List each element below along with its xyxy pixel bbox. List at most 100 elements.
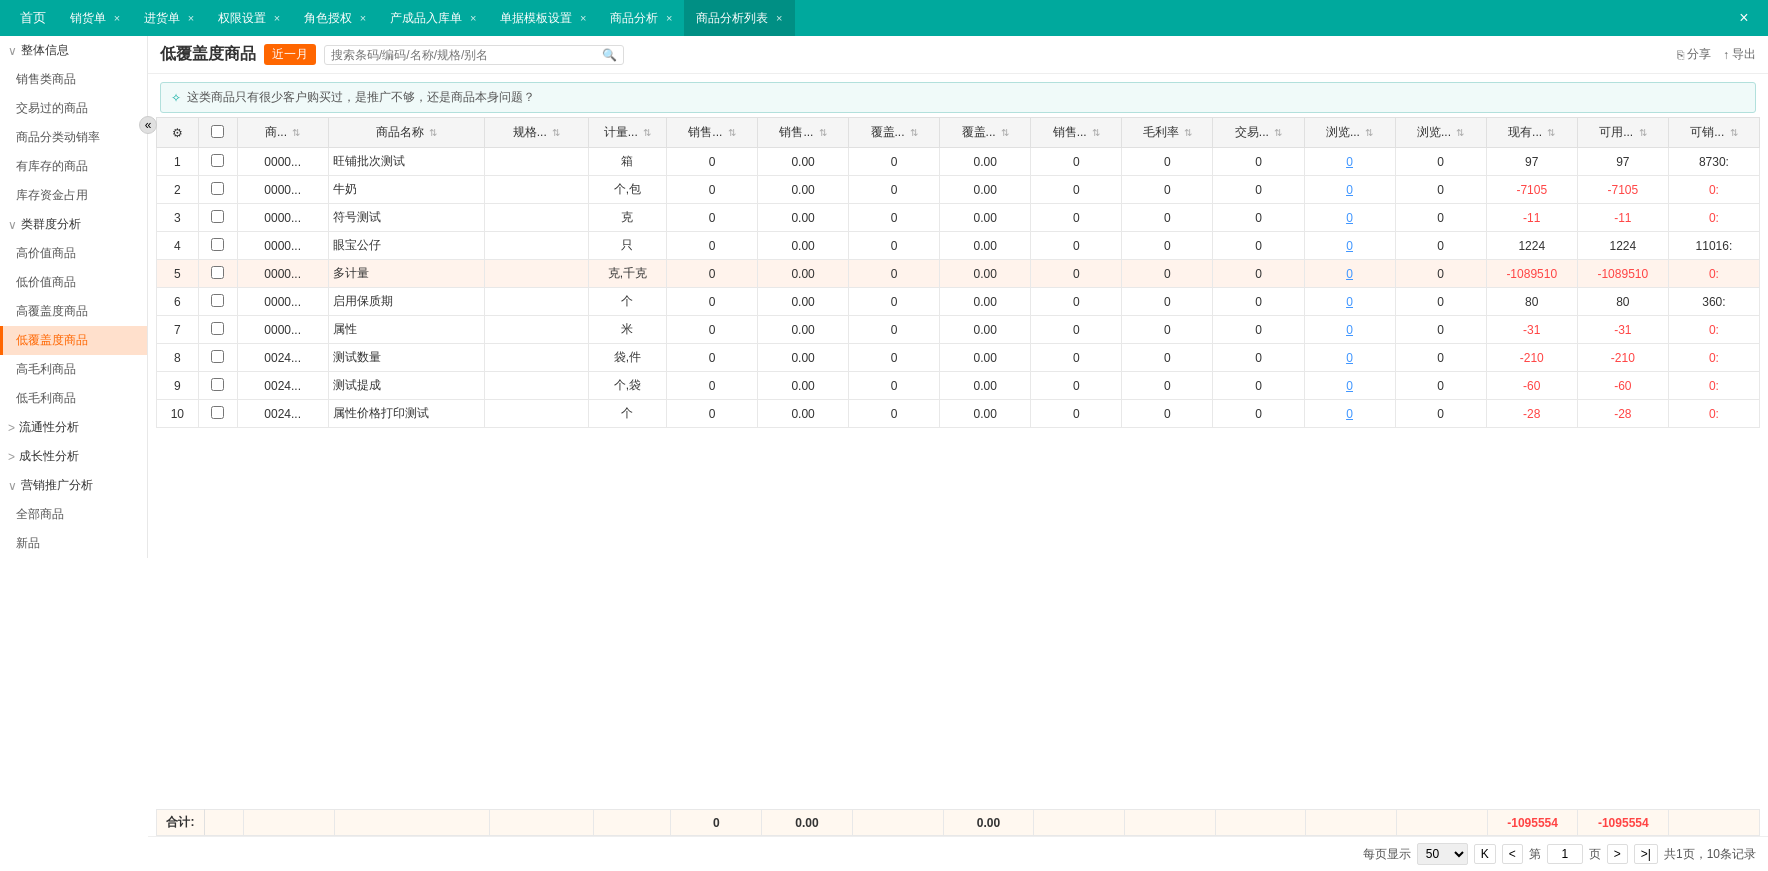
sidebar-item-sales-goods[interactable]: 销售类商品 (0, 65, 147, 94)
th-checkbox[interactable] (198, 118, 237, 148)
sidebar-section-overall[interactable]: ∨ 整体信息 (0, 36, 147, 65)
sidebar-item-high-value[interactable]: 高价值商品 (0, 239, 147, 268)
row-browse1[interactable]: 0 (1304, 372, 1395, 400)
sidebar-item-new-goods[interactable]: 新品 (0, 529, 147, 558)
table-row: 20000...牛奶个,包00.0000.0000000-7105-71050: (157, 176, 1760, 204)
th-cover1[interactable]: 覆盖... ⇅ (849, 118, 940, 148)
sidebar-item-category-rate[interactable]: 商品分类动销率 (0, 123, 147, 152)
th-gross[interactable]: 毛利率 ⇅ (1122, 118, 1213, 148)
sidebar-section-marketing[interactable]: ∨ 营销推广分析 (0, 471, 147, 500)
next-page-button[interactable]: > (1607, 844, 1628, 864)
nav-item-home[interactable]: 首页 (8, 0, 58, 36)
sidebar-section-circulation[interactable]: > 流通性分析 (0, 413, 147, 442)
sidebar-section-group[interactable]: ∨ 类群度分析 (0, 210, 147, 239)
prev-page-button[interactable]: < (1502, 844, 1523, 864)
nav-item-sales[interactable]: 销货单 × (58, 0, 132, 36)
th-trade[interactable]: 交易... ⇅ (1213, 118, 1304, 148)
nav-item-analysis-list[interactable]: 商品分析列表 × (684, 0, 794, 36)
nav-item-products[interactable]: 产成品入库单 × (378, 0, 488, 36)
row-sales3: 0 (1031, 288, 1122, 316)
th-browse2[interactable]: 浏览... ⇅ (1395, 118, 1486, 148)
sidebar-item-high-gross[interactable]: 高毛利商品 (0, 355, 147, 384)
th-spec[interactable]: 规格... ⇅ (484, 118, 588, 148)
close-icon[interactable]: × (776, 12, 782, 24)
row-browse1[interactable]: 0 (1304, 288, 1395, 316)
sidebar-item-stock-fund[interactable]: 库存资金占用 (0, 181, 147, 210)
row-checkbox[interactable] (198, 260, 237, 288)
sidebar-item-high-cover[interactable]: 高覆盖度商品 (0, 297, 147, 326)
nav-item-purchase[interactable]: 进货单 × (132, 0, 206, 36)
share-button[interactable]: ⎘ 分享 (1677, 46, 1711, 63)
th-stock1[interactable]: 现有... ⇅ (1486, 118, 1577, 148)
export-button[interactable]: ↑ 导出 (1723, 46, 1756, 63)
th-settings[interactable]: ⚙ (157, 118, 199, 148)
period-button[interactable]: 近一月 (264, 44, 316, 65)
close-icon[interactable]: × (580, 12, 586, 24)
row-browse1[interactable]: 0 (1304, 316, 1395, 344)
nav-item-template[interactable]: 单据模板设置 × (488, 0, 598, 36)
close-icon[interactable]: × (114, 12, 120, 24)
table-row: 40000...眼宝公仔只00.0000.0000000122412241101… (157, 232, 1760, 260)
close-icon[interactable]: × (188, 12, 194, 24)
select-all-checkbox[interactable] (211, 125, 224, 138)
nav-item-permissions[interactable]: 权限设置 × (206, 0, 292, 36)
row-browse1[interactable]: 0 (1304, 148, 1395, 176)
row-name: 属性价格打印测试 (328, 400, 484, 428)
row-gross: 0 (1122, 260, 1213, 288)
th-sales3[interactable]: 销售... ⇅ (1031, 118, 1122, 148)
sidebar-item-all-goods[interactable]: 全部商品 (0, 500, 147, 529)
row-checkbox[interactable] (198, 372, 237, 400)
sidebar-section-growth[interactable]: > 成长性分析 (0, 442, 147, 471)
row-checkbox[interactable] (198, 204, 237, 232)
sidebar-item-low-value[interactable]: 低价值商品 (0, 268, 147, 297)
th-code[interactable]: 商... ⇅ (237, 118, 328, 148)
row-browse1[interactable]: 0 (1304, 204, 1395, 232)
row-checkbox[interactable] (198, 148, 237, 176)
sidebar-collapse-button[interactable]: « (139, 116, 157, 134)
row-checkbox[interactable] (198, 316, 237, 344)
close-icon[interactable]: × (470, 12, 476, 24)
first-page-button[interactable]: K (1474, 844, 1496, 864)
row-checkbox[interactable] (198, 232, 237, 260)
row-browse1[interactable]: 0 (1304, 176, 1395, 204)
settings-icon[interactable]: ⚙ (172, 126, 183, 140)
row-browse1[interactable]: 0 (1304, 232, 1395, 260)
th-cover2[interactable]: 覆盖... ⇅ (940, 118, 1031, 148)
th-browse1[interactable]: 浏览... ⇅ (1304, 118, 1395, 148)
row-sales3: 0 (1031, 260, 1122, 288)
row-stock2: -1089510 (1577, 260, 1668, 288)
sidebar-item-low-cover[interactable]: 低覆盖度商品 (0, 326, 147, 355)
sidebar-item-low-gross[interactable]: 低毛利商品 (0, 384, 147, 413)
close-icon[interactable]: × (666, 12, 672, 24)
search-input[interactable] (331, 48, 602, 62)
th-sales-amt[interactable]: 销售... ⇅ (758, 118, 849, 148)
row-sales3: 0 (1031, 344, 1122, 372)
row-checkbox[interactable] (198, 176, 237, 204)
nav-item-analysis[interactable]: 商品分析 × (598, 0, 684, 36)
row-browse1[interactable]: 0 (1304, 400, 1395, 428)
sidebar-item-traded-goods[interactable]: 交易过的商品 (0, 94, 147, 123)
th-sales-qty[interactable]: 销售... ⇅ (667, 118, 758, 148)
th-unit[interactable]: 计量... ⇅ (588, 118, 666, 148)
close-icon[interactable]: × (274, 12, 280, 24)
close-icon[interactable]: × (360, 12, 366, 24)
row-code: 0000... (237, 288, 328, 316)
row-checkbox[interactable] (198, 344, 237, 372)
row-checkbox[interactable] (198, 288, 237, 316)
last-page-button[interactable]: >| (1634, 844, 1658, 864)
sidebar-item-in-stock[interactable]: 有库存的商品 (0, 152, 147, 181)
row-stock2: -31 (1577, 316, 1668, 344)
row-browse1[interactable]: 0 (1304, 260, 1395, 288)
row-name: 测试数量 (328, 344, 484, 372)
th-name[interactable]: 商品名称 ⇅ (328, 118, 484, 148)
window-close-button[interactable]: × (1728, 0, 1760, 36)
row-browse1[interactable]: 0 (1304, 344, 1395, 372)
row-checkbox[interactable] (198, 400, 237, 428)
sort-icon: ⇅ (728, 127, 736, 138)
summary-table: 合计: 0 0.00 0.00 (156, 809, 1760, 836)
per-page-select[interactable]: 50 100 (1417, 843, 1468, 865)
th-stock3[interactable]: 可销... ⇅ (1668, 118, 1759, 148)
nav-item-roles[interactable]: 角色授权 × (292, 0, 378, 36)
th-stock2[interactable]: 可用... ⇅ (1577, 118, 1668, 148)
page-number-input[interactable] (1547, 844, 1583, 864)
